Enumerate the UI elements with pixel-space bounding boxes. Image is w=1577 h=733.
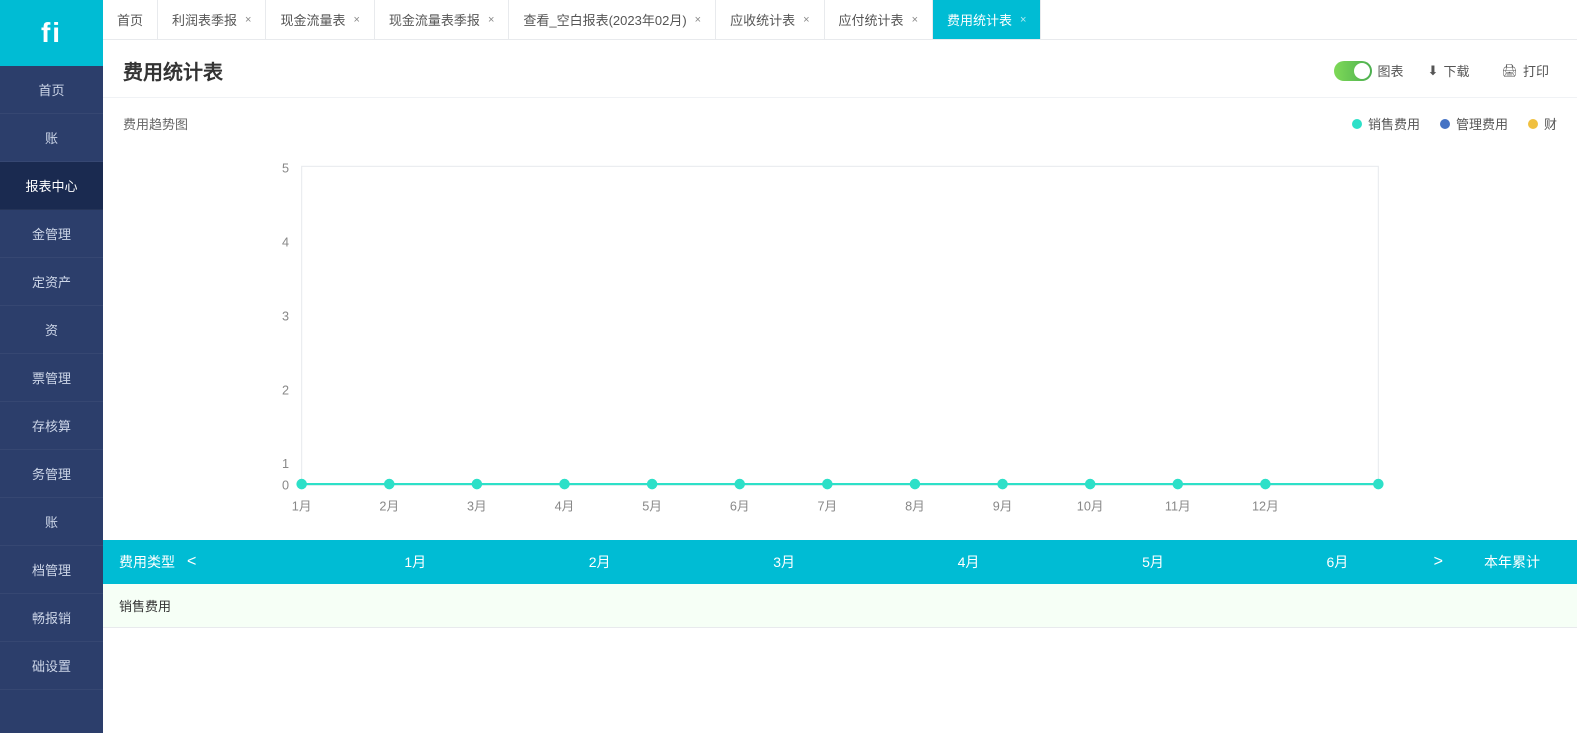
svg-text:2月: 2月 xyxy=(379,499,399,513)
svg-text:4月: 4月 xyxy=(555,499,575,513)
legend-dot-sales xyxy=(1352,119,1362,129)
download-label: 下载 xyxy=(1443,61,1469,80)
page-title: 费用统计表 xyxy=(123,56,223,85)
toggle-wrap: 图表 xyxy=(1334,61,1404,81)
svg-text:6月: 6月 xyxy=(730,499,750,513)
tab-close-6[interactable]: × xyxy=(912,14,918,26)
svg-text:0: 0 xyxy=(282,478,289,492)
sidebar-item-services[interactable]: 务管理 xyxy=(0,450,103,498)
sidebar-item-reports[interactable]: 报表中心 xyxy=(0,162,103,210)
th-type: 费用类型 < xyxy=(103,552,323,572)
sidebar-item-archives[interactable]: 档管理 xyxy=(0,546,103,594)
legend-sales: 销售费用 xyxy=(1352,114,1420,133)
tab-profit-quarterly[interactable]: 利润表季报 × xyxy=(158,0,266,39)
tab-cashflow-quarterly[interactable]: 现金流量表季报 × xyxy=(375,0,509,39)
svg-text:9月: 9月 xyxy=(993,499,1013,513)
chart-legend: 销售费用 管理费用 财 xyxy=(1352,114,1557,133)
chart-svg: 5 4 3 2 1 0 xyxy=(123,141,1557,521)
th-total: 本年累计 xyxy=(1447,552,1577,572)
tab-close-1[interactable]: × xyxy=(245,14,251,26)
sidebar-item-finance[interactable]: 金管理 xyxy=(0,210,103,258)
print-button[interactable]: 🖨 打印 xyxy=(1493,57,1557,84)
sidebar-item-ledger[interactable]: 账 xyxy=(0,114,103,162)
tab-close-2[interactable]: × xyxy=(353,14,359,26)
download-icon: ⬇ xyxy=(1428,63,1439,79)
td-val-sales-6 xyxy=(1260,596,1447,616)
th-month-6: 6月 xyxy=(1245,552,1429,572)
tab-payable[interactable]: 应付统计表 × xyxy=(825,0,933,39)
chart-header: 费用趋势图 销售费用 管理费用 财 xyxy=(123,114,1557,133)
toggle-label: 图表 xyxy=(1378,61,1404,80)
chart-toggle[interactable] xyxy=(1334,61,1372,81)
table-header-row: 费用类型 < 1月 2月 3月 4月 5月 6月 > 本年累计 xyxy=(103,540,1577,584)
td-val-sales-2 xyxy=(510,596,697,616)
svg-text:5月: 5月 xyxy=(642,499,662,513)
td-val-sales-3 xyxy=(698,596,885,616)
svg-text:11月: 11月 xyxy=(1165,499,1191,513)
tab-bar: 首页 利润表季报 × 现金流量表 × 现金流量表季报 × 查看_空白报表(202… xyxy=(103,0,1577,40)
svg-text:12月: 12月 xyxy=(1252,499,1279,513)
svg-text:2: 2 xyxy=(282,383,289,397)
sidebar-item-assets[interactable]: 定资产 xyxy=(0,258,103,306)
svg-text:1: 1 xyxy=(282,457,289,471)
svg-text:4: 4 xyxy=(282,236,289,250)
legend-admin: 管理费用 xyxy=(1440,114,1508,133)
main-content: 首页 利润表季报 × 现金流量表 × 现金流量表季报 × 查看_空白报表(202… xyxy=(103,0,1577,733)
th-nav-prev[interactable]: < xyxy=(183,553,200,571)
svg-text:7月: 7月 xyxy=(817,499,837,513)
svg-text:1月: 1月 xyxy=(292,499,312,513)
chart-title: 费用趋势图 xyxy=(123,114,188,133)
td-val-sales-1 xyxy=(323,596,510,616)
sidebar-item-capital[interactable]: 资 xyxy=(0,306,103,354)
sidebar: fi 首页 账 报表中心 金管理 定资产 资 票管理 存核算 务管理 账 档管理… xyxy=(0,0,103,733)
legend-label-sales: 销售费用 xyxy=(1368,114,1420,133)
print-label: 打印 xyxy=(1523,61,1549,80)
tab-receivable[interactable]: 应收统计表 × xyxy=(716,0,824,39)
chart-section: 费用趋势图 销售费用 管理费用 财 xyxy=(103,98,1577,540)
th-month-4: 4月 xyxy=(876,552,1060,572)
header-actions: 图表 ⬇ 下载 🖨 打印 xyxy=(1334,57,1557,84)
page-header: 费用统计表 图表 ⬇ 下载 🖨 打印 xyxy=(103,40,1577,98)
tab-close-4[interactable]: × xyxy=(695,14,701,26)
chart-wrap: 5 4 3 2 1 0 xyxy=(123,141,1557,524)
td-val-sales-5 xyxy=(1072,596,1259,616)
tab-home[interactable]: 首页 xyxy=(103,0,158,39)
tab-close-3[interactable]: × xyxy=(488,14,494,26)
legend-dot-finance xyxy=(1528,119,1538,129)
download-button[interactable]: ⬇ 下载 xyxy=(1420,57,1478,84)
td-val-sales-4 xyxy=(885,596,1072,616)
sidebar-logo: fi xyxy=(0,0,103,66)
sidebar-item-inventory[interactable]: 存核算 xyxy=(0,402,103,450)
th-month-2: 2月 xyxy=(507,552,691,572)
svg-text:3: 3 xyxy=(282,309,289,323)
svg-text:10月: 10月 xyxy=(1077,499,1104,513)
td-type-sales: 销售费用 xyxy=(103,596,323,615)
legend-finance: 财 xyxy=(1528,114,1557,133)
tab-close-7[interactable]: × xyxy=(1020,14,1026,26)
legend-label-finance: 财 xyxy=(1544,114,1557,133)
tab-blank-report[interactable]: 查看_空白报表(2023年02月) × xyxy=(509,0,716,39)
th-type-label: 费用类型 xyxy=(119,552,175,572)
table-section: 费用类型 < 1月 2月 3月 4月 5月 6月 > 本年累计 销售费用 xyxy=(103,540,1577,628)
sidebar-item-accounts[interactable]: 账 xyxy=(0,498,103,546)
svg-text:5: 5 xyxy=(282,162,289,176)
sidebar-item-home[interactable]: 首页 xyxy=(0,66,103,114)
table-row-sales: 销售费用 xyxy=(103,584,1577,628)
sidebar-item-settings[interactable]: 础设置 xyxy=(0,642,103,690)
page-content: 费用统计表 图表 ⬇ 下载 🖨 打印 费用趋势图 xyxy=(103,40,1577,733)
print-icon: 🖨 xyxy=(1501,63,1518,79)
sidebar-item-invoices[interactable]: 票管理 xyxy=(0,354,103,402)
th-month-3: 3月 xyxy=(692,552,876,572)
tab-expense-stats[interactable]: 费用统计表 × xyxy=(933,0,1041,39)
th-month-1: 1月 xyxy=(323,552,507,572)
svg-text:8月: 8月 xyxy=(905,499,925,513)
svg-text:3月: 3月 xyxy=(467,499,487,513)
th-month-5: 5月 xyxy=(1061,552,1245,572)
legend-dot-admin xyxy=(1440,119,1450,129)
tab-cashflow[interactable]: 现金流量表 × xyxy=(266,0,374,39)
sidebar-item-expense[interactable]: 畅报销 xyxy=(0,594,103,642)
legend-label-admin: 管理费用 xyxy=(1456,114,1508,133)
tab-close-5[interactable]: × xyxy=(803,14,809,26)
th-nav-next[interactable]: > xyxy=(1430,553,1447,571)
